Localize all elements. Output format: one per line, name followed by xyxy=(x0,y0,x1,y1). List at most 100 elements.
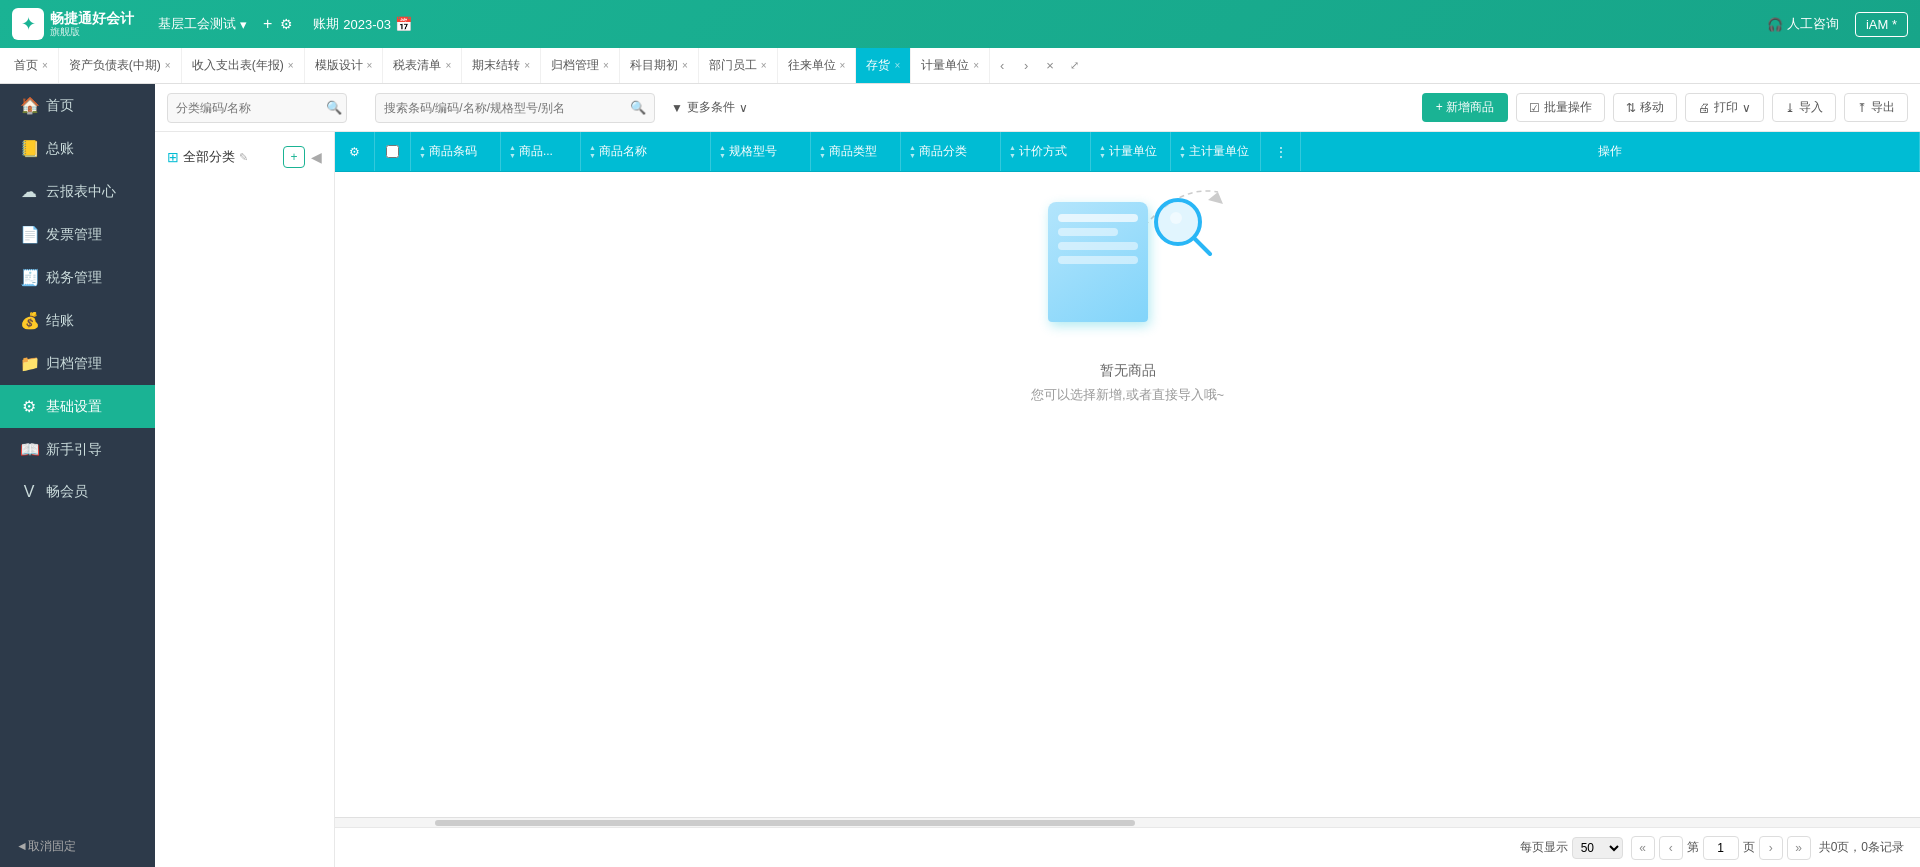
th-category[interactable]: ▲▼ 商品分类 xyxy=(901,132,1001,171)
category-header: ⊞ 全部分类 ✎ + ◀ xyxy=(155,140,334,174)
consult-button[interactable]: 🎧 人工咨询 xyxy=(1759,11,1847,37)
tab-subject[interactable]: 科目期初 × xyxy=(620,48,699,84)
th-spec[interactable]: ▲▼ 规格型号 xyxy=(711,132,811,171)
page-size-select[interactable]: 50 100 200 xyxy=(1572,837,1623,859)
tab-expand-button[interactable]: ⤢ xyxy=(1062,48,1086,84)
add-tab-icon[interactable]: + xyxy=(263,15,272,33)
tab-close-measure[interactable]: × xyxy=(973,60,979,71)
sidebar-label-guide: 新手引导 xyxy=(46,441,102,459)
th-check[interactable] xyxy=(375,132,411,171)
th-type[interactable]: ▲▼ 商品类型 xyxy=(811,132,901,171)
settings-icon[interactable]: ⚙ xyxy=(280,16,293,32)
empty-subtitle: 您可以选择新增,或者直接导入哦~ xyxy=(1031,386,1224,404)
add-product-button[interactable]: + 新增商品 xyxy=(1422,93,1508,122)
sidebar-item-cloud[interactable]: ☁ 云报表中心 xyxy=(0,170,155,213)
logo-text: 畅捷通好会计 旗舰版 xyxy=(50,10,134,39)
print-button[interactable]: 🖨 打印 ∨ xyxy=(1685,93,1764,122)
category-search-input[interactable] xyxy=(176,101,326,115)
user-button[interactable]: iAM * xyxy=(1855,12,1908,37)
sidebar-label-ledger: 总账 xyxy=(46,140,74,158)
next-page-button[interactable]: › xyxy=(1759,836,1783,860)
cancel-fixed-button[interactable]: ◄取消固定 xyxy=(16,838,139,855)
category-add-button[interactable]: + xyxy=(283,146,305,168)
tab-home[interactable]: 首页 × xyxy=(4,48,59,84)
th-price-method[interactable]: ▲▼ 计价方式 xyxy=(1001,132,1091,171)
tab-balance[interactable]: 资产负债表(中期) × xyxy=(59,48,182,84)
sidebar-item-ledger[interactable]: 📒 总账 xyxy=(0,127,155,170)
import-button[interactable]: ⤓ 导入 xyxy=(1772,93,1836,122)
sidebar: 🏠 首页 📒 总账 ☁ 云报表中心 📄 发票管理 🧾 税务管理 💰 结账 📁 归… xyxy=(0,84,155,867)
th-unit[interactable]: ▲▼ 计量单位 xyxy=(1091,132,1171,171)
main-layout: 🏠 首页 📒 总账 ☁ 云报表中心 📄 发票管理 🧾 税务管理 💰 结账 📁 归… xyxy=(0,84,1920,867)
sidebar-item-guide[interactable]: 📖 新手引导 xyxy=(0,428,155,471)
category-search-wrap[interactable]: 🔍 xyxy=(167,93,347,123)
print-chevron-icon: ∨ xyxy=(1742,101,1751,115)
svg-line-2 xyxy=(1194,238,1210,254)
tab-close-template[interactable]: × xyxy=(367,60,373,71)
tab-measure[interactable]: 计量单位 × xyxy=(911,48,990,84)
tax-icon: 🧾 xyxy=(20,268,38,287)
sidebar-item-archives[interactable]: 📁 归档管理 xyxy=(0,342,155,385)
main-search-wrap[interactable]: 🔍 xyxy=(375,93,655,123)
tab-next-button[interactable]: › xyxy=(1014,48,1038,84)
sidebar-label-settings: 基础设置 xyxy=(46,398,102,416)
sidebar-item-tax[interactable]: 🧾 税务管理 xyxy=(0,256,155,299)
logo-symbol: ✦ xyxy=(21,13,36,35)
tab-close-income[interactable]: × xyxy=(288,60,294,71)
tab-close-all-button[interactable]: × xyxy=(1038,48,1062,84)
select-all-checkbox[interactable] xyxy=(386,145,399,158)
main-search-input[interactable] xyxy=(384,101,630,115)
tab-archive[interactable]: 归档管理 × xyxy=(541,48,620,84)
content-area: 🔍 🔍 ▼ 更多条件 ∨ + 新增商品 ☑ 批量操作 xyxy=(155,84,1920,867)
search-icon: 🔍 xyxy=(326,100,342,115)
tab-contact[interactable]: 往来单位 × xyxy=(778,48,857,84)
tab-close-subject[interactable]: × xyxy=(682,60,688,71)
tab-close-period[interactable]: × xyxy=(524,60,530,71)
sidebar-item-vip[interactable]: V 畅会员 xyxy=(0,471,155,513)
tab-bar: 首页 × 资产负债表(中期) × 收入支出表(年报) × 模版设计 × 税表清单… xyxy=(0,48,1920,84)
filter-icon: ▼ xyxy=(671,101,683,115)
tab-close-balance[interactable]: × xyxy=(165,60,171,71)
tab-template[interactable]: 模版设计 × xyxy=(305,48,384,84)
th-product-name[interactable]: ▲▼ 商品名称 xyxy=(581,132,711,171)
tab-inventory[interactable]: 存货 × xyxy=(856,48,911,84)
th-main-unit[interactable]: ▲▼ 主计量单位 xyxy=(1171,132,1261,171)
tab-prev-button[interactable]: ‹ xyxy=(990,48,1014,84)
tab-close-dept[interactable]: × xyxy=(761,60,767,71)
tab-period[interactable]: 期末结转 × xyxy=(462,48,541,84)
print-icon: 🖨 xyxy=(1698,101,1710,115)
first-page-button[interactable]: « xyxy=(1631,836,1655,860)
sidebar-item-invoice[interactable]: 📄 发票管理 xyxy=(0,213,155,256)
tab-close-contact[interactable]: × xyxy=(840,60,846,71)
th-more[interactable]: ⋮ xyxy=(1261,132,1301,171)
page-input[interactable] xyxy=(1703,836,1739,860)
export-button[interactable]: ⤒ 导出 xyxy=(1844,93,1908,122)
empty-state: 暂无商品 您可以选择新增,或者直接导入哦~ xyxy=(335,172,1920,404)
more-filter-button[interactable]: ▼ 更多条件 ∨ xyxy=(663,95,756,120)
sidebar-item-settings[interactable]: ⚙ 基础设置 xyxy=(0,385,155,428)
th-barcode[interactable]: ▲▼ 商品条码 xyxy=(411,132,501,171)
tab-close-taxlist[interactable]: × xyxy=(445,60,451,71)
last-page-button[interactable]: » xyxy=(1787,836,1811,860)
calendar-icon[interactable]: 📅 xyxy=(395,16,412,32)
tab-dept[interactable]: 部门员工 × xyxy=(699,48,778,84)
company-selector[interactable]: 基层工会测试 ▾ xyxy=(150,11,255,37)
tab-taxlist[interactable]: 税表清单 × xyxy=(383,48,462,84)
th-gear[interactable]: ⚙ xyxy=(335,132,375,171)
move-button[interactable]: ⇅ 移动 xyxy=(1613,93,1677,122)
category-edit-icon: ✎ xyxy=(239,151,248,164)
prev-page-button[interactable]: ‹ xyxy=(1659,836,1683,860)
th-product-num[interactable]: ▲▼ 商品... xyxy=(501,132,581,171)
category-collapse-button[interactable]: ◀ xyxy=(311,149,322,165)
sidebar-item-home[interactable]: 🏠 首页 xyxy=(0,84,155,127)
chevron-down-icon: ▾ xyxy=(240,17,247,32)
batch-op-button[interactable]: ☑ 批量操作 xyxy=(1516,93,1605,122)
tab-close-archive[interactable]: × xyxy=(603,60,609,71)
table-header: ⚙ ▲▼ 商品条码 ▲▼ 商品... ▲▼ 商品名称 xyxy=(335,132,1920,172)
scrollbar-thumb[interactable] xyxy=(435,820,1135,826)
tab-close-home[interactable]: × xyxy=(42,60,48,71)
sidebar-item-closing[interactable]: 💰 结账 xyxy=(0,299,155,342)
tab-income[interactable]: 收入支出表(年报) × xyxy=(182,48,305,84)
tab-close-inventory[interactable]: × xyxy=(894,60,900,71)
vip-icon: V xyxy=(20,483,38,501)
